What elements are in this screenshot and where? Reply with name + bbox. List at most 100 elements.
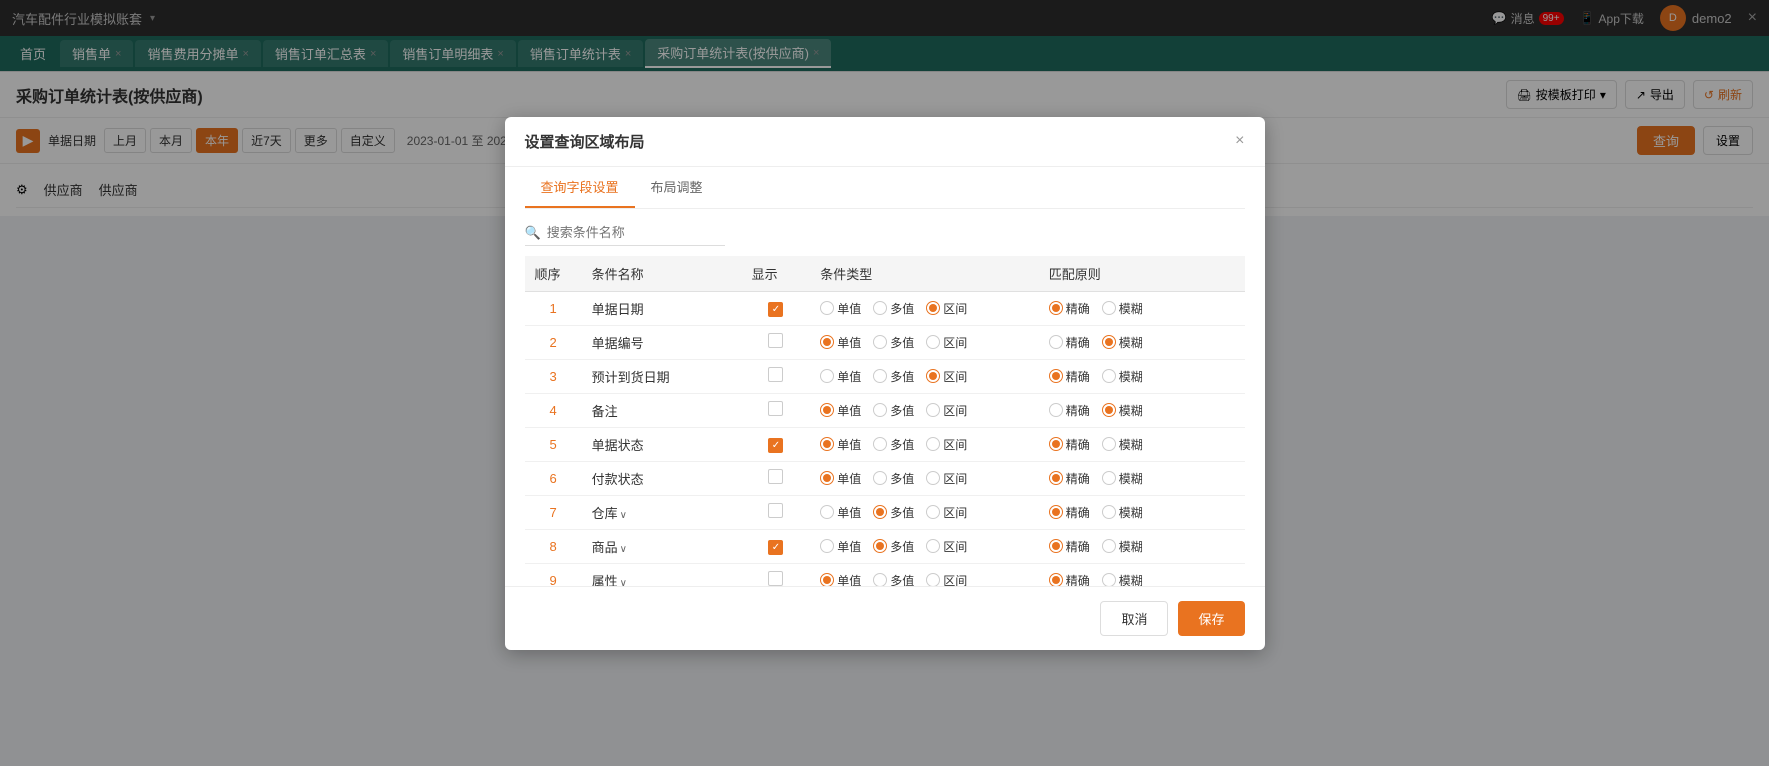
row-type-cell: 单值多值区间 bbox=[810, 495, 1039, 529]
radio-indicator bbox=[926, 471, 940, 485]
type-radio-单值[interactable]: 单值 bbox=[820, 402, 861, 419]
match-radio-精确[interactable]: 精确 bbox=[1049, 470, 1090, 487]
type-radio-区间[interactable]: 区间 bbox=[926, 368, 967, 385]
match-radio-精确[interactable]: 精确 bbox=[1049, 300, 1090, 317]
row-type-cell: 单值多值区间 bbox=[810, 359, 1039, 393]
match-radio-精确[interactable]: 精确 bbox=[1049, 436, 1090, 453]
row-order: 3 bbox=[525, 359, 582, 393]
type-radio-单值[interactable]: 单值 bbox=[820, 436, 861, 453]
modal-close-button[interactable]: × bbox=[1235, 132, 1244, 150]
type-radio-多值[interactable]: 多值 bbox=[873, 538, 914, 555]
display-checkbox[interactable] bbox=[768, 367, 783, 382]
type-radio-多值[interactable]: 多值 bbox=[873, 402, 914, 419]
type-radio-多值[interactable]: 多值 bbox=[873, 300, 914, 317]
match-radio-模糊[interactable]: 模糊 bbox=[1102, 300, 1143, 317]
fields-table: 顺序 条件名称 显示 条件类型 匹配原则 1单据日期单值多值区间精确模糊2单据编… bbox=[525, 256, 1245, 586]
type-radio-区间[interactable]: 区间 bbox=[926, 572, 967, 586]
match-radio-精确[interactable]: 精确 bbox=[1049, 538, 1090, 555]
display-checkbox[interactable] bbox=[768, 302, 783, 317]
type-radio-区间[interactable]: 区间 bbox=[926, 436, 967, 453]
display-checkbox[interactable] bbox=[768, 503, 783, 518]
type-radio-区间[interactable]: 区间 bbox=[926, 470, 967, 487]
table-row: 7仓库∨单值多值区间精确模糊 bbox=[525, 495, 1245, 529]
row-type-cell: 单值多值区间 bbox=[810, 529, 1039, 563]
table-row: 3预计到货日期单值多值区间精确模糊 bbox=[525, 359, 1245, 393]
match-radio-精确[interactable]: 精确 bbox=[1049, 334, 1090, 351]
radio-indicator bbox=[926, 403, 940, 417]
type-radio-区间[interactable]: 区间 bbox=[926, 538, 967, 555]
match-radio-模糊[interactable]: 模糊 bbox=[1102, 504, 1143, 521]
display-checkbox[interactable] bbox=[768, 401, 783, 416]
type-radio-多值[interactable]: 多值 bbox=[873, 436, 914, 453]
match-radio-模糊[interactable]: 模糊 bbox=[1102, 538, 1143, 555]
display-checkbox[interactable] bbox=[768, 333, 783, 348]
match-radio-模糊[interactable]: 模糊 bbox=[1102, 436, 1143, 453]
modal-tab-layout-adjust[interactable]: 布局调整 bbox=[635, 167, 719, 208]
display-checkbox[interactable] bbox=[768, 438, 783, 453]
type-radio-多值[interactable]: 多值 bbox=[873, 368, 914, 385]
type-radio-区间[interactable]: 区间 bbox=[926, 334, 967, 351]
match-radio-模糊[interactable]: 模糊 bbox=[1102, 368, 1143, 385]
type-radio-多值[interactable]: 多值 bbox=[873, 470, 914, 487]
type-radio-单值[interactable]: 单值 bbox=[820, 538, 861, 555]
row-display-cell bbox=[742, 461, 811, 495]
match-radio-模糊[interactable]: 模糊 bbox=[1102, 572, 1143, 586]
match-radio-模糊[interactable]: 模糊 bbox=[1102, 470, 1143, 487]
type-radio-单值[interactable]: 单值 bbox=[820, 504, 861, 521]
row-condition-name: 单据日期 bbox=[582, 291, 742, 325]
type-radio-多值[interactable]: 多值 bbox=[873, 504, 914, 521]
type-radio-多值[interactable]: 多值 bbox=[873, 334, 914, 351]
row-type-cell: 单值多值区间 bbox=[810, 393, 1039, 427]
row-condition-name: 仓库∨ bbox=[582, 495, 742, 529]
row-match-cell: 精确模糊 bbox=[1039, 291, 1245, 325]
type-radio-区间[interactable]: 区间 bbox=[926, 504, 967, 521]
radio-indicator bbox=[926, 437, 940, 451]
match-radio-模糊[interactable]: 模糊 bbox=[1102, 334, 1143, 351]
radio-indicator bbox=[820, 573, 834, 586]
row-condition-name: 备注 bbox=[582, 393, 742, 427]
radio-indicator bbox=[926, 505, 940, 519]
row-display-cell bbox=[742, 563, 811, 586]
type-radio-单值[interactable]: 单值 bbox=[820, 470, 861, 487]
type-radio-单值[interactable]: 单值 bbox=[820, 572, 861, 586]
type-radio-单值[interactable]: 单值 bbox=[820, 368, 861, 385]
table-row: 8商品∨单值多值区间精确模糊 bbox=[525, 529, 1245, 563]
type-radio-多值[interactable]: 多值 bbox=[873, 572, 914, 586]
radio-indicator bbox=[873, 437, 887, 451]
table-row: 4备注单值多值区间精确模糊 bbox=[525, 393, 1245, 427]
cancel-button[interactable]: 取消 bbox=[1100, 601, 1168, 636]
radio-indicator bbox=[873, 301, 887, 315]
radio-indicator bbox=[1049, 369, 1063, 383]
radio-indicator bbox=[1102, 437, 1116, 451]
radio-indicator bbox=[1049, 471, 1063, 485]
save-button[interactable]: 保存 bbox=[1178, 601, 1244, 636]
radio-indicator bbox=[926, 573, 940, 586]
row-type-cell: 单值多值区间 bbox=[810, 291, 1039, 325]
radio-indicator bbox=[873, 335, 887, 349]
table-row: 5单据状态单值多值区间精确模糊 bbox=[525, 427, 1245, 461]
modal-tab-field-settings[interactable]: 查询字段设置 bbox=[525, 167, 635, 208]
display-checkbox[interactable] bbox=[768, 540, 783, 555]
match-radio-精确[interactable]: 精确 bbox=[1049, 572, 1090, 586]
type-radio-区间[interactable]: 区间 bbox=[926, 402, 967, 419]
radio-indicator bbox=[1049, 505, 1063, 519]
radio-indicator bbox=[873, 539, 887, 553]
type-radio-单值[interactable]: 单值 bbox=[820, 300, 861, 317]
type-radio-区间[interactable]: 区间 bbox=[926, 300, 967, 317]
match-radio-精确[interactable]: 精确 bbox=[1049, 504, 1090, 521]
row-display-cell bbox=[742, 495, 811, 529]
row-match-cell: 精确模糊 bbox=[1039, 563, 1245, 586]
match-radio-精确[interactable]: 精确 bbox=[1049, 368, 1090, 385]
radio-indicator bbox=[1102, 573, 1116, 586]
display-checkbox[interactable] bbox=[768, 571, 783, 586]
type-radio-单值[interactable]: 单值 bbox=[820, 334, 861, 351]
radio-indicator bbox=[1049, 539, 1063, 553]
search-input[interactable] bbox=[547, 225, 725, 240]
match-radio-模糊[interactable]: 模糊 bbox=[1102, 402, 1143, 419]
match-radio-精确[interactable]: 精确 bbox=[1049, 402, 1090, 419]
table-row: 9属性∨单值多值区间精确模糊 bbox=[525, 563, 1245, 586]
display-checkbox[interactable] bbox=[768, 469, 783, 484]
row-order: 7 bbox=[525, 495, 582, 529]
row-condition-name: 付款状态 bbox=[582, 461, 742, 495]
radio-indicator bbox=[1102, 539, 1116, 553]
